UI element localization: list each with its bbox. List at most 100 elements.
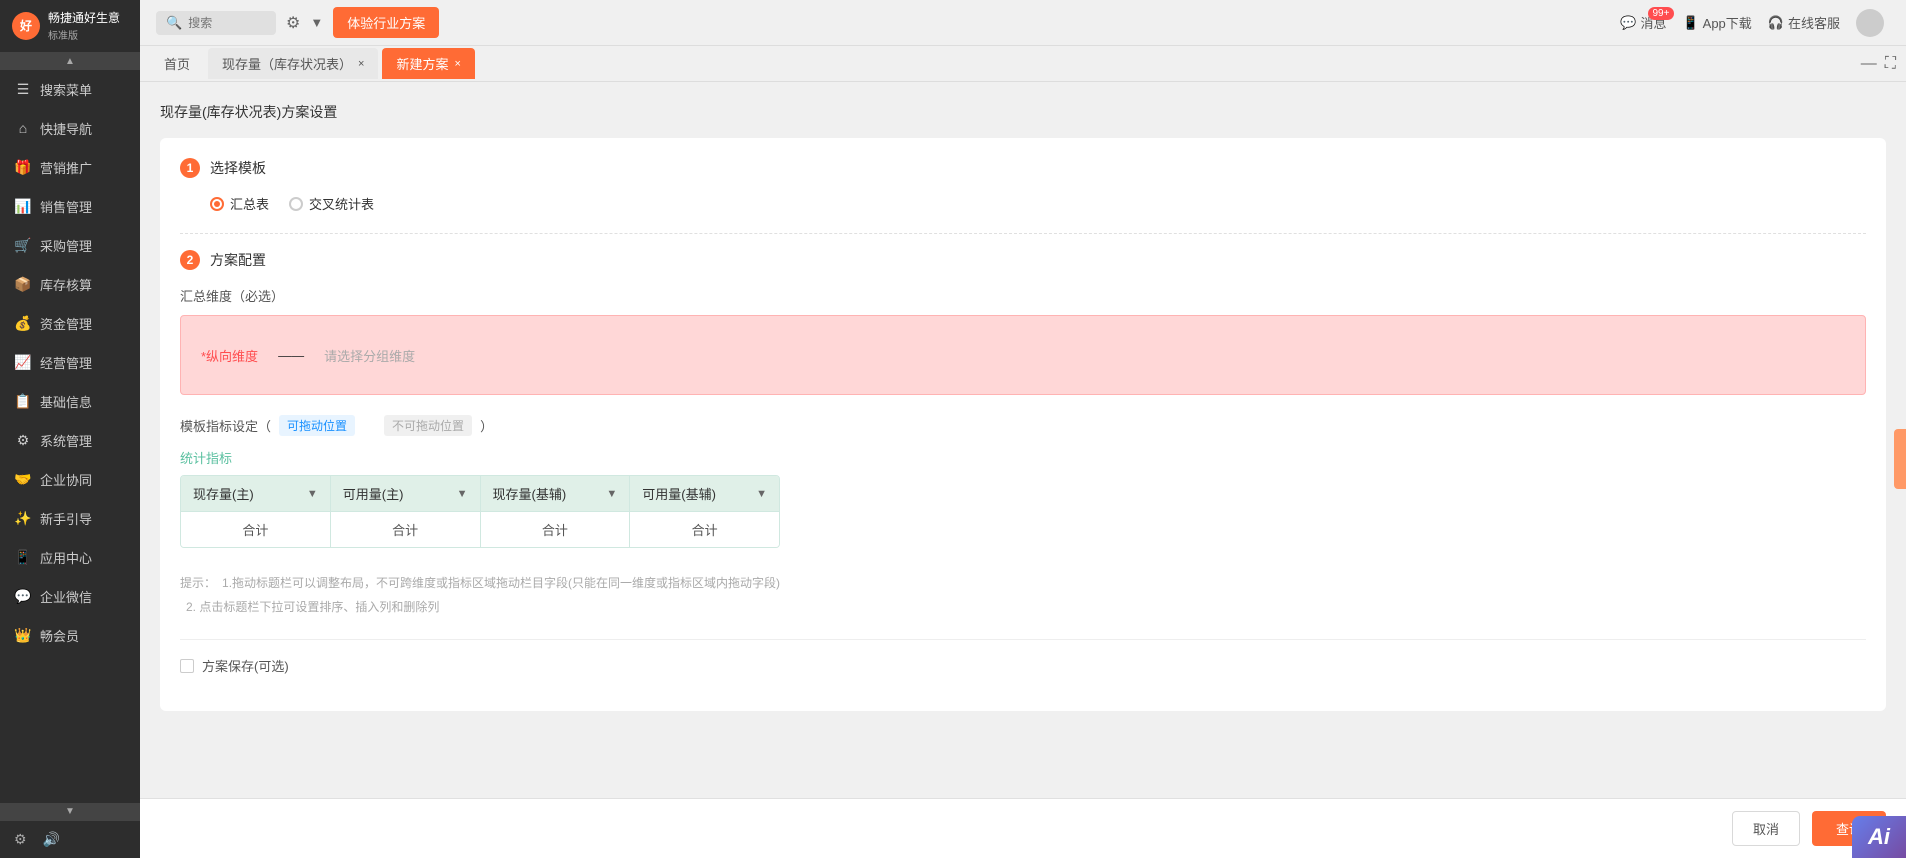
app-download-btn[interactable]: 📱 App下载 [1682,13,1751,32]
logo-text: 畅捷通好生意 [48,10,120,27]
sidebar-item-label: 库存核算 [40,275,92,294]
sidebar-item-member[interactable]: 👑 畅会员 [0,616,140,655]
search-input[interactable] [188,16,268,30]
stats-col-3-dropdown[interactable]: ▼ [606,488,617,500]
sidebar-item-sales[interactable]: 📊 销售管理 [0,187,140,226]
step2-header: 2 方案配置 [180,250,1866,270]
sidebar-item-marketing[interactable]: 🎁 营销推广 [0,148,140,187]
radio-cross-circle [289,197,303,211]
sidebar-item-collab[interactable]: 🤝 企业协同 [0,460,140,499]
sidebar-item-label: 应用中心 [40,548,92,567]
cancel-button[interactable]: 取消 [1732,811,1800,846]
sidebar-item-basic[interactable]: 📋 基础信息 [0,382,140,421]
template-radio-group: 汇总表 交叉统计表 [210,194,1866,213]
tab-new-plan-close[interactable]: × [454,58,460,70]
stats-label: 统计指标 [180,448,1866,467]
stats-col-1-body: 合计 [181,512,330,547]
topbar-settings-icon[interactable]: ⚙ [286,13,300,33]
sidebar-item-operations[interactable]: 📈 经营管理 [0,343,140,382]
stats-col-3: 现存量(基辅) ▼ 合计 [481,476,631,547]
topbar-dropdown-icon[interactable]: ▼ [310,15,323,30]
tab-expand-btn[interactable]: ⛶ [1885,55,1896,73]
stats-col-2-dropdown[interactable]: ▼ [457,488,468,500]
ai-badge[interactable]: Ai [1852,816,1906,858]
tab-minimize-btn[interactable]: — [1861,55,1877,73]
sidebar-item-appstore[interactable]: 📱 应用中心 [0,538,140,577]
message-icon: 💬 [1620,15,1636,31]
sidebar-item-inventory[interactable]: 📦 库存核算 [0,265,140,304]
radio-cross[interactable]: 交叉统计表 [289,194,374,213]
settings-icon[interactable]: ⚙ [14,831,27,848]
hint-text-2: 2. 点击标题栏下拉可设置排序、插入列和删除列 [186,595,439,619]
topbar: 🔍 ⚙ ▼ 体验行业方案 💬 消息 99+ 📱 App下载 🎧 在线客服 [140,0,1906,46]
stats-col-4: 可用量(基辅) ▼ 合计 [630,476,779,547]
handshake-icon: 🤝 [14,470,32,488]
online-service-btn[interactable]: 🎧 在线客服 [1768,13,1840,32]
service-label: 在线客服 [1788,13,1840,32]
sidebar-item-finance[interactable]: 💰 资金管理 [0,304,140,343]
box-icon: 📦 [14,275,32,293]
indicator-settings: 模板指标设定（ 可拖动位置 不可拖动位置 ） 统计指标 现存量(主) ▼ [180,415,1866,551]
sidebar-logo: 好 畅捷通好生意 标准版 [0,0,140,53]
sidebar-scroll-down[interactable]: ▼ [0,803,140,820]
settings-card: 1 选择模板 汇总表 交叉统计表 2 方案配置 汇总维度（必选） [160,138,1886,711]
mobile-icon: 📱 [14,548,32,566]
message-badge: 99+ [1648,7,1675,20]
tab-inventory[interactable]: 现存量（库存状况表） × [208,48,378,79]
logo-icon: 好 [12,12,40,40]
stats-col-4-header[interactable]: 可用量(基辅) ▼ [630,476,779,512]
sidebar-scroll-up[interactable]: ▲ [0,53,140,70]
hint-line-1: 提示： 1.拖动标题栏可以调整布局，不可跨维度或指标区域拖动栏目字段(只能在同一… [180,571,1866,595]
user-info[interactable] [1856,9,1890,37]
hint-line-2: 2. 点击标题栏下拉可设置排序、插入列和删除列 [180,595,1866,619]
indicator-close-text: ） [480,416,493,435]
info-icon: 📋 [14,392,32,410]
footer: 取消 查询 [140,798,1906,858]
stats-col-1-header[interactable]: 现存量(主) ▼ [181,476,330,512]
step2-title: 方案配置 [210,250,266,270]
hint-prefix-1: 提示： [180,571,216,595]
sidebar: 好 畅捷通好生意 标准版 ▲ ☰ 搜索菜单 ⌂ 快捷导航 🎁 营销推广 📊 销售… [0,0,140,858]
dimension-dash: —— [278,348,304,363]
main-area: 🔍 ⚙ ▼ 体验行业方案 💬 消息 99+ 📱 App下载 🎧 在线客服 [140,0,1906,858]
dimension-placeholder: 请选择分组维度 [324,346,415,365]
dimension-required: *纵向维度 [201,346,258,365]
sidebar-item-search[interactable]: ☰ 搜索菜单 [0,70,140,109]
search-box[interactable]: 🔍 [156,11,276,35]
headset-icon: 🎧 [1768,15,1784,31]
gear-icon: ⚙ [14,431,32,449]
dimension-area[interactable]: *纵向维度 —— 请选择分组维度 [180,315,1866,395]
sidebar-nav: ☰ 搜索菜单 ⌂ 快捷导航 🎁 营销推广 📊 销售管理 🛒 采购管理 📦 库存核… [0,70,140,803]
sidebar-item-label: 资金管理 [40,314,92,333]
sidebar-item-purchase[interactable]: 🛒 采购管理 [0,226,140,265]
tab-new-plan[interactable]: 新建方案 × [382,48,474,79]
ai-label: Ai [1868,824,1890,849]
sidebar-item-newuser[interactable]: ✨ 新手引导 [0,499,140,538]
tab-new-plan-label: 新建方案 [396,54,448,73]
draggable-tag: 可拖动位置 [279,415,355,436]
message-btn[interactable]: 💬 消息 99+ [1620,13,1666,32]
stats-col-3-header[interactable]: 现存量(基辅) ▼ [481,476,630,512]
sidebar-item-system[interactable]: ⚙ 系统管理 [0,421,140,460]
stats-col-2-header[interactable]: 可用量(主) ▼ [331,476,480,512]
trial-btn[interactable]: 体验行业方案 [333,7,439,38]
tab-home[interactable]: 首页 [150,48,204,79]
radio-summary[interactable]: 汇总表 [210,194,269,213]
stats-col-3-name: 现存量(基辅) [493,484,567,503]
stats-col-2-name: 可用量(主) [343,484,404,503]
sidebar-item-nav[interactable]: ⌂ 快捷导航 [0,109,140,148]
tab-inventory-close[interactable]: × [358,58,364,70]
stats-col-4-dropdown[interactable]: ▼ [756,488,767,500]
save-checkbox[interactable] [180,659,194,673]
sidebar-item-label: 新手引导 [40,509,92,528]
indicator-label: 模板指标设定（ 可拖动位置 不可拖动位置 ） [180,415,1866,436]
sidebar-item-wechat[interactable]: 💬 企业微信 [0,577,140,616]
sidebar-item-label: 经营管理 [40,353,92,372]
tabs-bar: 首页 现存量（库存状况表） × 新建方案 × — ⛶ [140,46,1906,82]
stats-col-1-dropdown[interactable]: ▼ [307,488,318,500]
step1-title: 选择模板 [210,158,266,178]
search-menu-icon: ☰ [14,80,32,98]
volume-icon[interactable]: 🔊 [43,831,60,848]
stats-col-3-body: 合计 [481,512,630,547]
right-handle[interactable] [1894,429,1906,489]
